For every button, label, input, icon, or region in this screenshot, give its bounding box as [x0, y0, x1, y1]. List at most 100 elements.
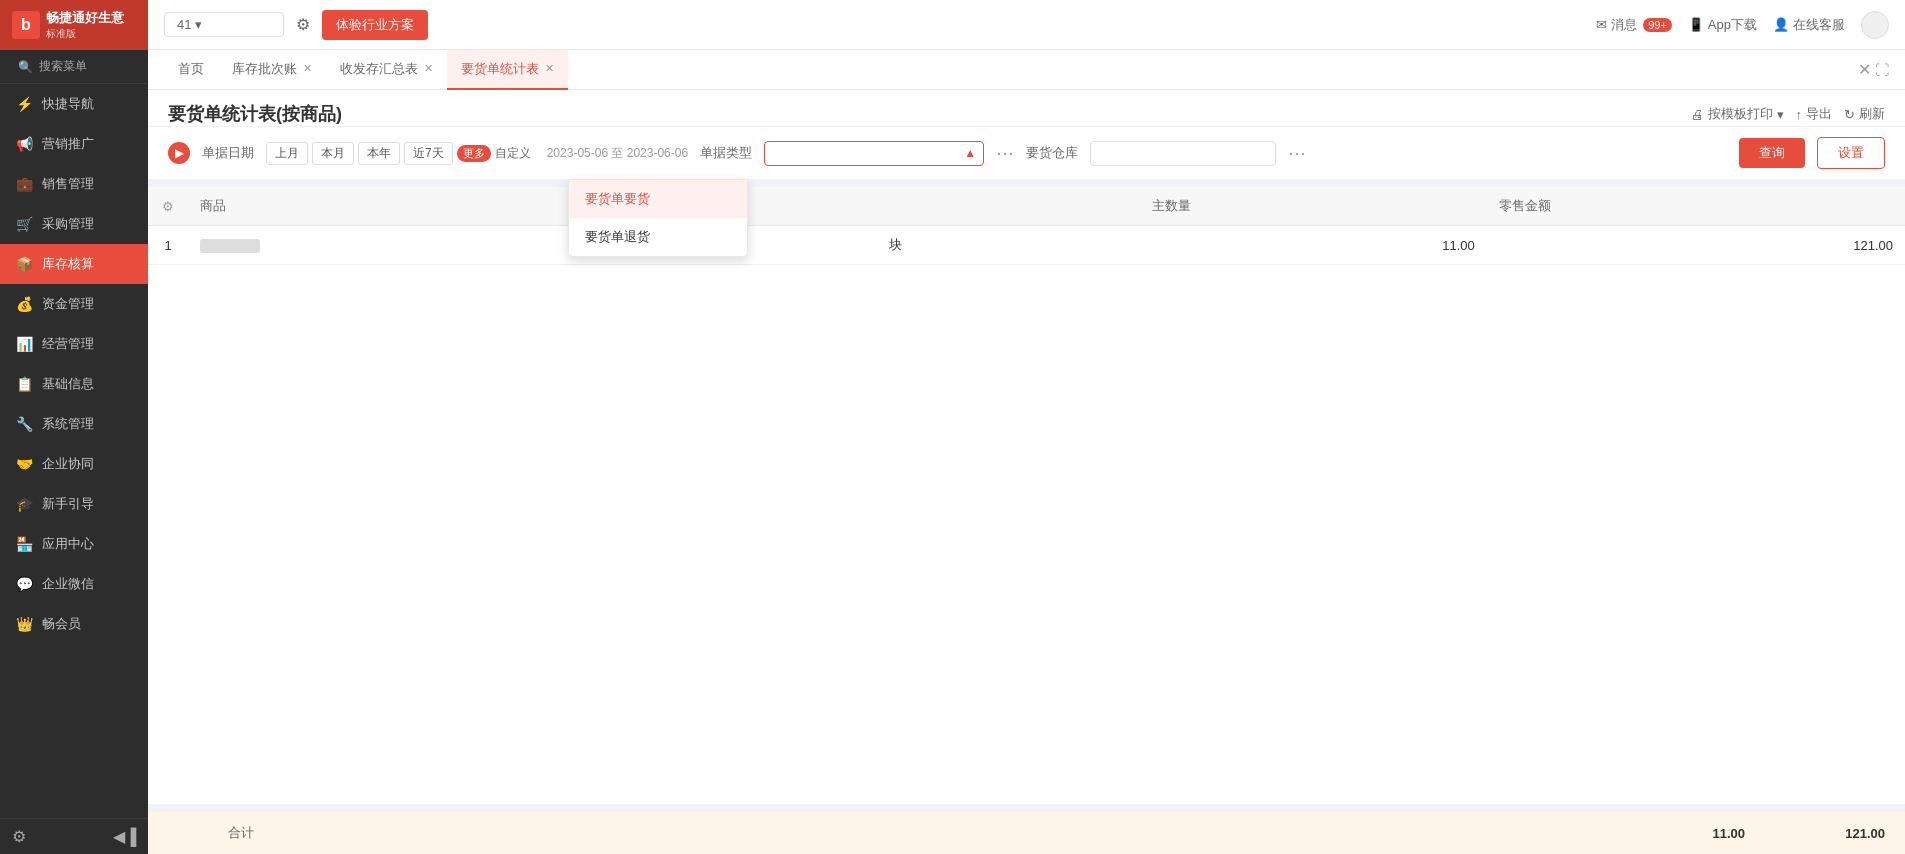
page-header: 要货单统计表(按商品) 🖨 按模板打印 ▾ ↑ 导出 ↻ 刷新	[148, 90, 1905, 126]
tab-receivable-close[interactable]: ✕	[424, 62, 433, 75]
dropdown-item-order[interactable]: 要货单要货	[569, 180, 747, 218]
type-dropdown: 要货单要货 要货单退货	[568, 179, 748, 257]
warehouse-more-icon[interactable]: ⋯	[1288, 142, 1306, 164]
member-icon: 👑	[14, 614, 34, 634]
refresh-icon: ↻	[1844, 107, 1855, 122]
query-button[interactable]: 查询	[1739, 138, 1805, 168]
more-date-badge[interactable]: 更多	[457, 145, 491, 162]
topbar-right: ✉ 消息 99+ 📱 App下载 👤 在线客服	[1596, 11, 1889, 39]
curr-year-button[interactable]: 本年	[358, 142, 400, 165]
filter-toggle-button[interactable]: ▶	[168, 142, 190, 164]
app-download-action[interactable]: 📱 App下载	[1688, 16, 1757, 34]
td-amount-0: 121.00	[1487, 226, 1905, 265]
tab-order-summary[interactable]: 要货单统计表 ✕	[447, 50, 568, 90]
appstore-icon: 🏪	[14, 534, 34, 554]
marketing-icon: 📢	[14, 134, 34, 154]
operation-icon: 📊	[14, 334, 34, 354]
sidebar-item-purchase[interactable]: 🛒 采购管理	[0, 204, 148, 244]
sidebar-logo: b 畅捷通好生意 标准版	[0, 0, 148, 50]
message-action[interactable]: ✉ 消息 99+	[1596, 16, 1672, 34]
data-table: ⚙ 商品 主计量单位 主数量 零售金额 1 ██████ 块 11.00 121…	[148, 187, 1905, 265]
search-icon: 🔍	[18, 60, 33, 74]
print-button[interactable]: 🖨 按模板打印 ▾	[1691, 105, 1784, 123]
table-header-row: ⚙ 商品 主计量单位 主数量 零售金额	[148, 187, 1905, 226]
prev-month-button[interactable]: 上月	[266, 142, 308, 165]
tab-home[interactable]: 首页	[164, 50, 218, 90]
curr-month-button[interactable]: 本月	[312, 142, 354, 165]
custom-date-button[interactable]: 自定义	[495, 145, 531, 162]
sidebar-item-finance[interactable]: 💰 资金管理	[0, 284, 148, 324]
sales-icon: 💼	[14, 174, 34, 194]
type-select-wrapper: ▲	[764, 141, 984, 166]
tab-inventory-batch-label: 库存批次账	[232, 60, 297, 78]
refresh-button[interactable]: ↻ 刷新	[1844, 105, 1885, 123]
sidebar-item-label-sales: 销售管理	[42, 175, 94, 193]
sidebar-item-appstore[interactable]: 🏪 应用中心	[0, 524, 148, 564]
table-gear-th[interactable]: ⚙	[148, 187, 188, 226]
sidebar-item-label-member: 畅会员	[42, 615, 81, 633]
tab-receivable-summary[interactable]: 收发存汇总表 ✕	[326, 50, 447, 90]
sidebar-item-label-enterprise: 企业协同	[42, 455, 94, 473]
sidebar-item-member[interactable]: 👑 畅会员	[0, 604, 148, 644]
sidebar-item-label-system: 系统管理	[42, 415, 94, 433]
close-all-icon: ✕	[1858, 60, 1871, 79]
sidebar-item-sales[interactable]: 💼 销售管理	[0, 164, 148, 204]
set-button[interactable]: 设置	[1817, 137, 1885, 169]
sidebar-item-inventory[interactable]: 📦 库存核算	[0, 244, 148, 284]
service-icon: 👤	[1773, 17, 1789, 32]
inventory-icon: 📦	[14, 254, 34, 274]
close-all-tabs[interactable]: ✕ ⛶	[1858, 60, 1889, 79]
th-amount: 零售金额	[1487, 187, 1905, 226]
dropdown-item-return[interactable]: 要货单退货	[569, 218, 747, 256]
sidebar-item-label-shortcut: 快捷导航	[42, 95, 94, 113]
tab-order-close[interactable]: ✕	[545, 62, 554, 75]
topbar-left: 41 ▾ ⚙ 体验行业方案	[164, 10, 428, 40]
filter-more-icon[interactable]: ⋯	[996, 142, 1014, 164]
guide-icon: 🎓	[14, 494, 34, 514]
tabs-bar: 首页 库存批次账 ✕ 收发存汇总表 ✕ 要货单统计表 ✕ ✕ ⛶	[148, 50, 1905, 90]
date-buttons: 上月 本月 本年 近7天 更多 自定义	[266, 142, 531, 165]
sidebar-item-label-appstore: 应用中心	[42, 535, 94, 553]
tab-order-label: 要货单统计表	[461, 60, 539, 78]
sidebar-item-label-guide: 新手引导	[42, 495, 94, 513]
page-title: 要货单统计表(按商品)	[168, 102, 342, 126]
sidebar-item-shortcut[interactable]: ⚡ 快捷导航	[0, 84, 148, 124]
sidebar-item-label-purchase: 采购管理	[42, 215, 94, 233]
finance-icon: 💰	[14, 294, 34, 314]
table-footer: 合计 11.00 121.00	[148, 812, 1905, 854]
shortcut-icon: ⚡	[14, 94, 34, 114]
user-avatar[interactable]	[1861, 11, 1889, 39]
sidebar-item-system[interactable]: 🔧 系统管理	[0, 404, 148, 444]
table-wrapper: ⚙ 商品 主计量单位 主数量 零售金额 1 ██████ 块 11.00 121…	[148, 187, 1905, 804]
sidebar-item-wechat[interactable]: 💬 企业微信	[0, 564, 148, 604]
basic-icon: 📋	[14, 374, 34, 394]
sidebar-item-basic[interactable]: 📋 基础信息	[0, 364, 148, 404]
date-label: 单据日期	[202, 144, 254, 162]
footer-label: 合计	[228, 824, 254, 842]
sidebar-item-label-basic: 基础信息	[42, 375, 94, 393]
collapse-icon[interactable]: ◀▐	[113, 827, 136, 846]
sidebar-item-operation[interactable]: 📊 经营管理	[0, 324, 148, 364]
logo-text: 畅捷通好生意 标准版	[46, 10, 124, 40]
page-content: 要货单统计表(按商品) 🖨 按模板打印 ▾ ↑ 导出 ↻ 刷新 ▶	[148, 90, 1905, 854]
tab-inventory-batch[interactable]: 库存批次账 ✕	[218, 50, 326, 90]
company-selector[interactable]: 41 ▾	[164, 12, 284, 37]
tab-receivable-label: 收发存汇总表	[340, 60, 418, 78]
warehouse-input[interactable]	[1090, 141, 1276, 166]
settings-gear-icon[interactable]: ⚙	[296, 15, 310, 34]
settings-icon[interactable]: ⚙	[12, 827, 26, 846]
sidebar-item-guide[interactable]: 🎓 新手引导	[0, 484, 148, 524]
search-menu[interactable]: 🔍 搜索菜单	[0, 50, 148, 84]
sidebar-bottom: ⚙ ◀▐	[0, 818, 148, 854]
online-service-action[interactable]: 👤 在线客服	[1773, 16, 1845, 34]
type-select-input[interactable]	[764, 141, 984, 166]
tab-inventory-batch-close[interactable]: ✕	[303, 62, 312, 75]
sidebar-item-enterprise[interactable]: 🤝 企业协同	[0, 444, 148, 484]
sidebar-item-marketing[interactable]: 📢 营销推广	[0, 124, 148, 164]
tab-home-label: 首页	[178, 60, 204, 78]
week7-button[interactable]: 近7天	[404, 142, 453, 165]
selector-arrow: ▾	[195, 17, 202, 32]
industry-plan-button[interactable]: 体验行业方案	[322, 10, 428, 40]
export-button[interactable]: ↑ 导出	[1796, 105, 1833, 123]
logo-icon: b	[12, 11, 40, 39]
